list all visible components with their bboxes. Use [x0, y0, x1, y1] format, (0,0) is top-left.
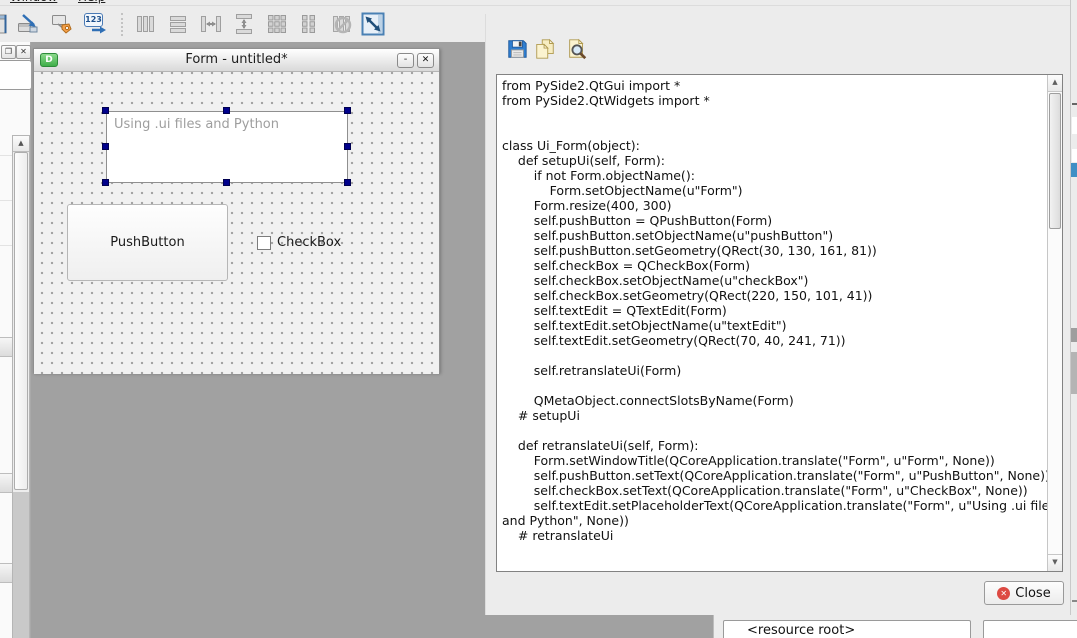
- layout-horizontal-splitter-button: [197, 9, 225, 39]
- clipped-text-mark: [1072, 600, 1077, 602]
- selection-handle-top-right[interactable]: [344, 107, 351, 114]
- menu-item-window[interactable]: Window: [10, 0, 57, 4]
- selection-handle-top-left[interactable]: [102, 107, 109, 114]
- close-icon: ✕: [997, 587, 1010, 600]
- form-titlebar[interactable]: D Form - untitled* - ✕: [34, 49, 439, 72]
- resource-empty-item[interactable]: [983, 620, 1077, 638]
- scroll-down-button[interactable]: ▼: [1048, 554, 1062, 571]
- edit-buddies-icon: [50, 12, 74, 36]
- code-text: from PySide2.QtGui import * from PySide2…: [502, 78, 1047, 543]
- toolbar-separator: [121, 13, 123, 36]
- save-icon: [506, 38, 528, 60]
- clipped-scroll-mark: [1071, 328, 1077, 342]
- widget-box-scrollbar[interactable]: ▲: [12, 135, 30, 638]
- edit-widgets-icon: [0, 12, 9, 36]
- resource-root-item[interactable]: <resource root>: [723, 620, 971, 638]
- find-button[interactable]: [564, 36, 590, 62]
- code-preview-dialog: from PySide2.QtGui import * from PySide2…: [485, 14, 1070, 615]
- layout-vertical-icon: [166, 12, 190, 36]
- layout-vertical-splitter-button: [230, 9, 258, 39]
- form-close-button[interactable]: ✕: [417, 53, 434, 68]
- scroll-up-arrow-icon[interactable]: ▲: [13, 136, 29, 152]
- scrollbar-thumb[interactable]: [1049, 93, 1061, 229]
- scroll-up-button[interactable]: ▲: [1048, 75, 1062, 92]
- textedit-widget[interactable]: Using .ui files and Python: [106, 111, 348, 183]
- layout-horizontal-icon: [133, 12, 157, 36]
- list-divider: [0, 245, 12, 246]
- dock-float-button[interactable]: ❐: [1, 45, 16, 59]
- list-divider: [0, 155, 12, 156]
- clipped-selected-row: [1071, 163, 1077, 177]
- layout-form-button: [296, 9, 324, 39]
- copy-button[interactable]: [532, 36, 558, 62]
- checkbox-widget[interactable]: CheckBox: [257, 235, 341, 250]
- edit-signals-slots-icon: [16, 12, 40, 36]
- selection-handle-right[interactable]: [344, 143, 351, 150]
- resource-panel: <resource root>: [713, 615, 1077, 638]
- selection-handle-bottom-left[interactable]: [102, 179, 109, 186]
- right-dock-strip: [1070, 0, 1077, 615]
- edit-signals-slots-button[interactable]: [14, 9, 42, 39]
- layout-grid-button: [263, 9, 291, 39]
- textedit-placeholder: Using .ui files and Python: [107, 112, 347, 137]
- layout-vertical-button: [164, 9, 192, 39]
- clipped-scroll-mark: [1071, 352, 1077, 394]
- clipped-row: [1072, 117, 1077, 134]
- break-layout-button: [328, 9, 356, 39]
- save-button[interactable]: [504, 36, 530, 62]
- checkbox-indicator[interactable]: [257, 236, 271, 250]
- clipped-row: [1072, 149, 1077, 162]
- adjust-size-button[interactable]: [359, 9, 387, 39]
- pushbutton-label: PushButton: [110, 235, 184, 250]
- layout-grid-icon: [265, 12, 289, 36]
- form-minimize-button[interactable]: -: [397, 53, 414, 68]
- edit-tab-order-button[interactable]: 123: [82, 9, 110, 39]
- pushbutton-widget[interactable]: PushButton: [67, 204, 228, 281]
- layout-horizontal-button: [131, 9, 159, 39]
- close-button[interactable]: ✕ Close: [984, 581, 1064, 605]
- code-view[interactable]: from PySide2.QtGui import * from PySide2…: [496, 74, 1063, 572]
- list-divider: [0, 200, 12, 201]
- selection-handle-top-middle[interactable]: [223, 107, 230, 114]
- layout-horizontal-splitter-icon: [199, 12, 223, 36]
- close-button-label: Close: [1015, 586, 1050, 601]
- copy-icon: [534, 38, 556, 60]
- edit-tab-order-icon: 123: [84, 12, 108, 36]
- find-icon: [566, 38, 588, 60]
- selection-handle-bottom-middle[interactable]: [223, 179, 230, 186]
- layout-vertical-splitter-icon: [232, 12, 256, 36]
- clipped-text-mark: [1072, 103, 1077, 105]
- form-canvas[interactable]: Using .ui files and Python PushButton Ch…: [34, 72, 439, 374]
- form-window: D Form - untitled* - ✕ Using .ui files a…: [33, 48, 440, 373]
- scrollbar-track[interactable]: [13, 492, 29, 638]
- menu-item-help[interactable]: Help: [78, 0, 105, 4]
- edit-widgets-button[interactable]: [0, 9, 11, 39]
- selection-handle-bottom-right[interactable]: [344, 179, 351, 186]
- form-title: Form - untitled*: [34, 52, 439, 67]
- selection-handle-left[interactable]: [102, 143, 109, 150]
- break-layout-icon: [330, 12, 354, 36]
- adjust-size-icon: [360, 11, 386, 37]
- widget-box-panel: ❐ ✕ ▲: [0, 42, 31, 638]
- checkbox-label: CheckBox: [277, 235, 341, 250]
- dock-close-button[interactable]: ✕: [16, 45, 31, 59]
- widget-filter-input[interactable]: [0, 60, 32, 90]
- layout-form-icon: [298, 12, 322, 36]
- code-scrollbar[interactable]: ▲ ▼: [1047, 75, 1062, 571]
- scrollbar-thumb[interactable]: [14, 152, 28, 490]
- qt-designer-window: Window Help: [0, 0, 1077, 638]
- edit-buddies-button[interactable]: [48, 9, 76, 39]
